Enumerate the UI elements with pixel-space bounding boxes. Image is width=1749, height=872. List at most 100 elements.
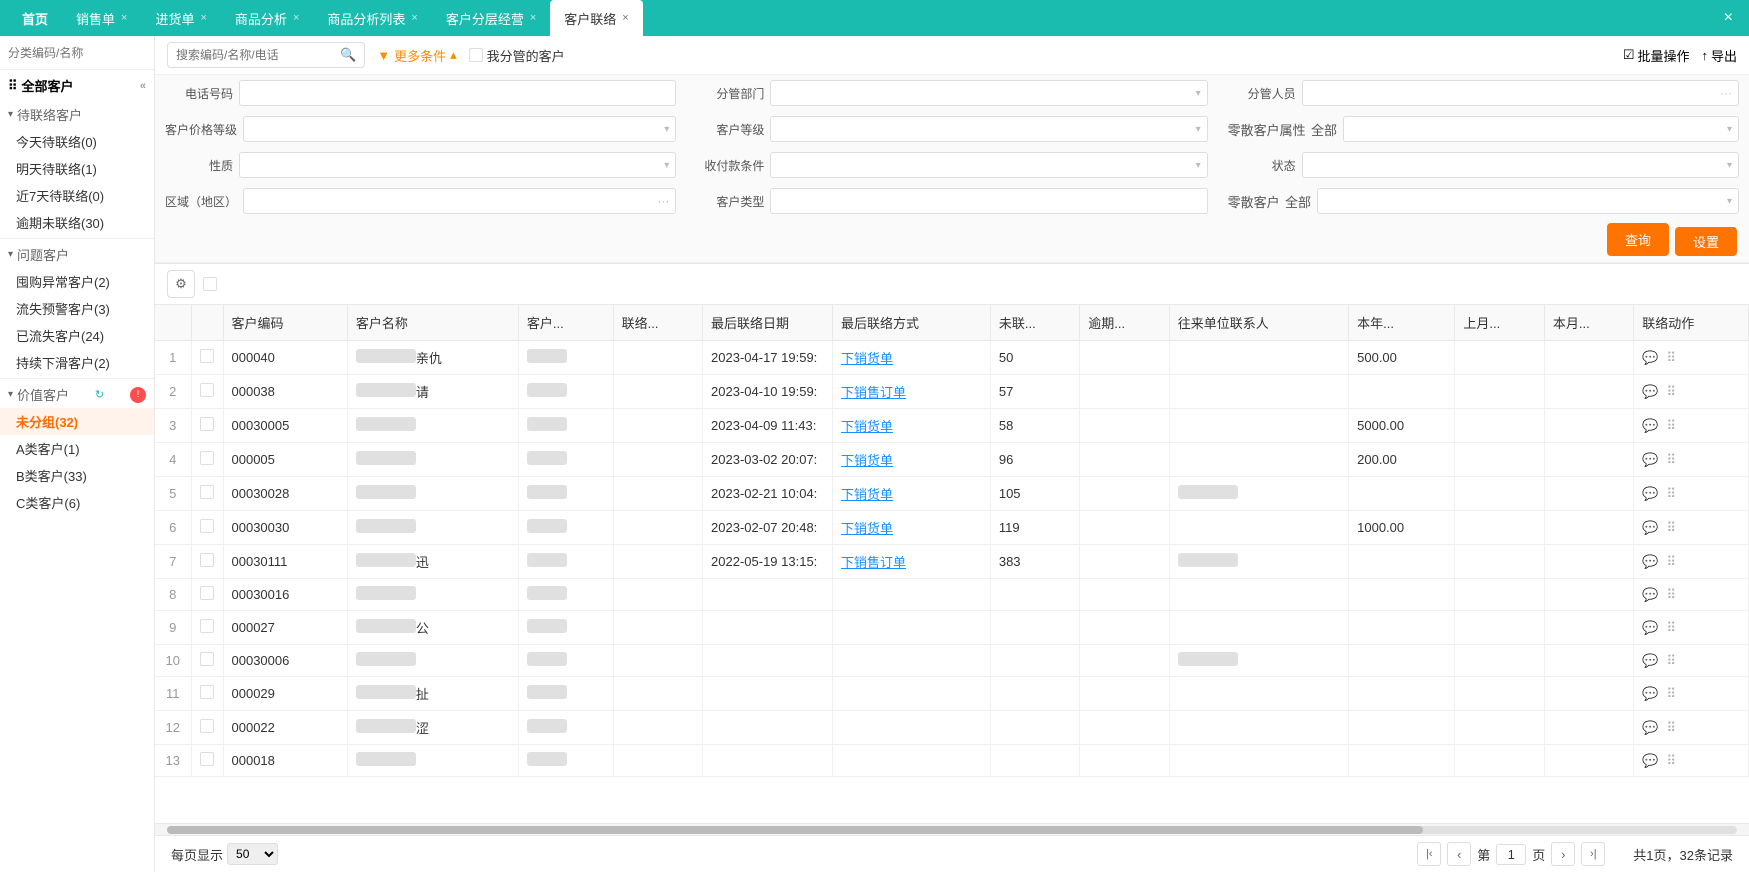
collapse-icon[interactable]: « [140, 80, 146, 92]
filter-manager-input[interactable]: ··· [1302, 80, 1739, 106]
chat-action-icon[interactable]: 💬 [1642, 554, 1658, 570]
grid-action-icon[interactable]: ⠿ [1666, 587, 1676, 603]
sidebar-item-class-b[interactable]: B类客户(33) [0, 462, 154, 489]
last-page-btn[interactable]: ›| [1581, 842, 1605, 866]
search-icon[interactable]: 🔍 [340, 47, 356, 63]
close-product-analysis-tab[interactable]: × [293, 12, 299, 24]
close-purchase-tab[interactable]: × [200, 12, 206, 24]
filter-phone-input[interactable] [239, 80, 676, 106]
chat-action-icon[interactable]: 💬 [1642, 486, 1658, 502]
my-customers-check[interactable] [469, 48, 483, 62]
cell-checkbox[interactable] [191, 711, 223, 745]
close-customer-tier-tab[interactable]: × [530, 12, 536, 24]
horizontal-scrollbar-area[interactable] [155, 823, 1749, 835]
tab-customer-tier[interactable]: 客户分层经营 × [432, 0, 550, 36]
sidebar-search-input[interactable] [8, 46, 155, 60]
refresh-value-group-icon[interactable]: ↻ [95, 388, 104, 401]
filter-customer-level-select[interactable]: ▾ [770, 116, 1207, 142]
grid-action-icon[interactable]: ⠿ [1666, 452, 1676, 468]
filter-customer-type-select[interactable] [770, 188, 1207, 214]
chat-action-icon[interactable]: 💬 [1642, 350, 1658, 366]
filter-dept-select[interactable]: ▾ [770, 80, 1207, 106]
cell-checkbox[interactable] [191, 645, 223, 677]
cell-checkbox[interactable] [191, 341, 223, 375]
chat-action-icon[interactable]: 💬 [1642, 720, 1658, 736]
close-product-analysis-list-tab[interactable]: × [411, 12, 417, 24]
region-dots-icon[interactable]: ··· [657, 194, 669, 208]
chat-action-icon[interactable]: 💬 [1642, 620, 1658, 636]
cell-checkbox[interactable] [191, 443, 223, 477]
sidebar-group-value[interactable]: ▾ 价值客户 ↻ ! [0, 381, 154, 408]
chat-action-icon[interactable]: 💬 [1642, 686, 1658, 702]
filter-nature-select[interactable]: ▾ [239, 152, 676, 178]
chat-action-icon[interactable]: 💬 [1642, 520, 1658, 536]
filter-retail-attr-select[interactable]: ▾ [1343, 116, 1739, 142]
filter-region-input[interactable]: ··· [243, 188, 676, 214]
bulk-ops-btn[interactable]: ☑ 批量操作 [1623, 46, 1690, 65]
cell-checkbox[interactable] [191, 677, 223, 711]
close-sales-tab[interactable]: × [121, 12, 127, 24]
tab-product-analysis[interactable]: 商品分析 × [221, 0, 313, 36]
prev-page-btn[interactable]: ‹ [1447, 842, 1471, 866]
sidebar-item-7days-pending[interactable]: 近7天待联络(0) [0, 182, 154, 209]
cell-checkbox[interactable] [191, 611, 223, 645]
sidebar-item-lost[interactable]: 已流失客户(24) [0, 322, 154, 349]
reset-button[interactable]: 设置 [1675, 227, 1737, 256]
filter-retail-customer-select[interactable]: ▾ [1317, 188, 1739, 214]
chat-action-icon[interactable]: 💬 [1642, 587, 1658, 603]
cell-checkbox[interactable] [191, 579, 223, 611]
tab-customer-contact[interactable]: 客户联络 × [550, 0, 642, 36]
sidebar-item-ungroup[interactable]: 未分组(32) [0, 408, 154, 435]
filter-pay-terms-select[interactable]: ▾ [770, 152, 1207, 178]
query-button[interactable]: 查询 [1607, 223, 1669, 256]
sidebar-item-churn-warning[interactable]: 流失预警客户(3) [0, 295, 154, 322]
filter-status-select[interactable]: ▾ [1302, 152, 1739, 178]
cell-checkbox[interactable] [191, 375, 223, 409]
grid-action-icon[interactable]: ⠿ [1666, 350, 1676, 366]
first-page-btn[interactable]: |‹ [1417, 842, 1441, 866]
sidebar-item-hoarding-anomaly[interactable]: 囤购异常客户(2) [0, 268, 154, 295]
sidebar-group-pending[interactable]: ▾ 待联络客户 [0, 101, 154, 128]
tab-home[interactable]: 首页 [8, 0, 62, 36]
grid-action-icon[interactable]: ⠿ [1666, 418, 1676, 434]
sidebar-item-class-c[interactable]: C类客户(6) [0, 489, 154, 516]
next-page-btn[interactable]: › [1551, 842, 1575, 866]
sidebar-item-today-pending[interactable]: 今天待联络(0) [0, 128, 154, 155]
search-input[interactable] [176, 48, 336, 62]
filter-price-level-select[interactable]: ▾ [243, 116, 676, 142]
sidebar-group-problem[interactable]: ▾ 问题客户 [0, 241, 154, 268]
close-customer-contact-tab[interactable]: × [622, 12, 628, 24]
cell-checkbox[interactable] [191, 545, 223, 579]
manager-dots-icon[interactable]: ··· [1720, 86, 1732, 100]
per-page-select[interactable]: 50 20 100 [227, 843, 278, 865]
chat-action-icon[interactable]: 💬 [1642, 753, 1658, 769]
grid-action-icon[interactable]: ⠿ [1666, 554, 1676, 570]
table-select-all-checkbox[interactable] [203, 277, 217, 291]
sidebar-item-tomorrow-pending[interactable]: 明天待联络(1) [0, 155, 154, 182]
tab-sales[interactable]: 销售单 × [62, 0, 141, 36]
window-close-button[interactable]: × [1716, 9, 1741, 27]
cell-checkbox[interactable] [191, 745, 223, 777]
table-container[interactable]: 客户编码 客户名称 客户... 联络... 最后联络日期 [155, 305, 1749, 823]
sidebar-item-declining[interactable]: 持续下滑客户(2) [0, 349, 154, 376]
my-customers-checkbox[interactable]: 我分管的客户 [469, 46, 565, 65]
grid-action-icon[interactable]: ⠿ [1666, 720, 1676, 736]
grid-action-icon[interactable]: ⠿ [1666, 686, 1676, 702]
chat-action-icon[interactable]: 💬 [1642, 384, 1658, 400]
grid-action-icon[interactable]: ⠿ [1666, 753, 1676, 769]
grid-action-icon[interactable]: ⠿ [1666, 384, 1676, 400]
grid-action-icon[interactable]: ⠿ [1666, 653, 1676, 669]
sidebar-item-overdue-not-contacted[interactable]: 逾期未联络(30) [0, 209, 154, 236]
horizontal-scrollbar-thumb[interactable] [167, 826, 1423, 834]
chat-action-icon[interactable]: 💬 [1642, 452, 1658, 468]
grid-action-icon[interactable]: ⠿ [1666, 486, 1676, 502]
export-btn[interactable]: ↑ 导出 [1701, 46, 1737, 65]
cell-checkbox[interactable] [191, 511, 223, 545]
sidebar-item-class-a[interactable]: A类客户(1) [0, 435, 154, 462]
tab-product-analysis-list[interactable]: 商品分析列表 × [313, 0, 431, 36]
cell-checkbox[interactable] [191, 477, 223, 511]
current-page-input[interactable]: 1 [1496, 844, 1526, 865]
more-conditions-btn[interactable]: ▼ 更多条件 ▴ [377, 46, 456, 65]
grid-action-icon[interactable]: ⠿ [1666, 520, 1676, 536]
chat-action-icon[interactable]: 💬 [1642, 653, 1658, 669]
